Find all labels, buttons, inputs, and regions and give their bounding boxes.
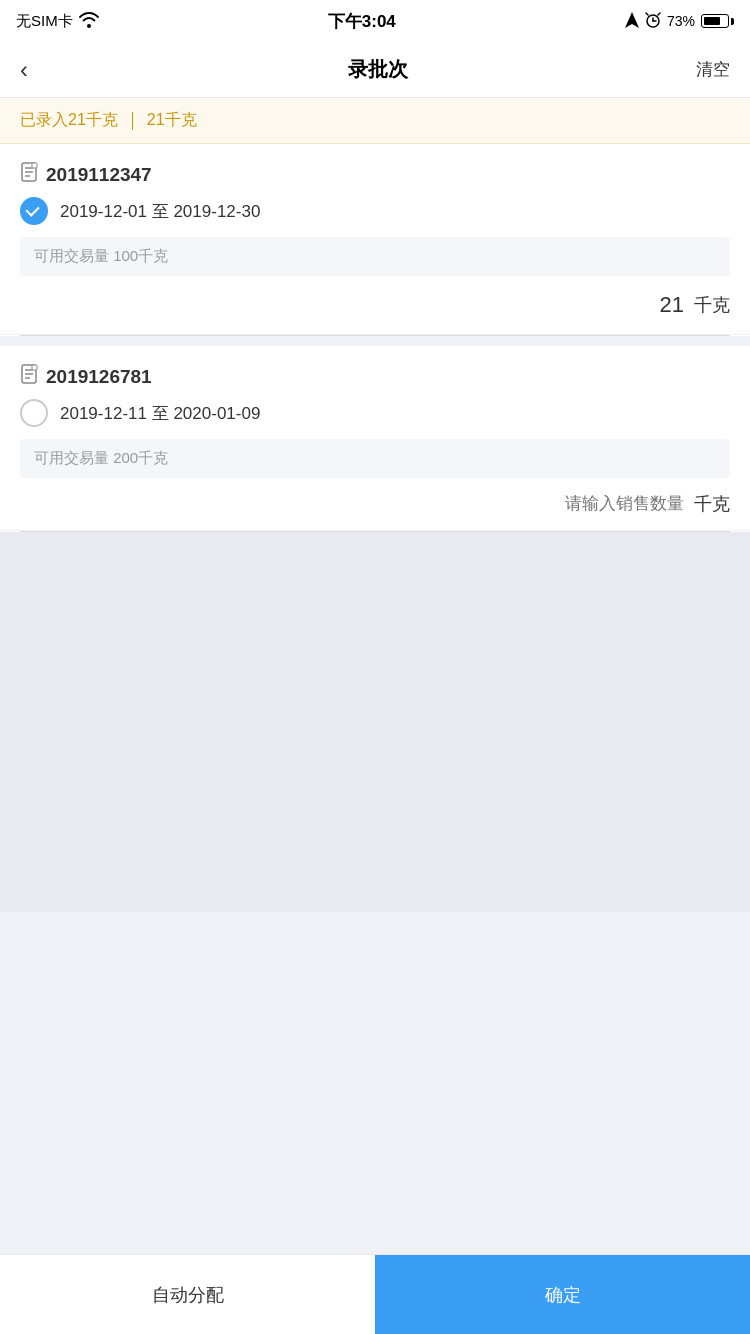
recorded-text: 已录入21千克: [20, 110, 118, 131]
batch-1-item: 2019112347 2019-12-01 至 2019-12-30 可用交易量…: [0, 144, 750, 276]
batch-2-doc-icon: [20, 364, 40, 389]
batch-1-id: 2019112347: [46, 164, 152, 186]
back-button[interactable]: ‹: [20, 56, 60, 84]
batch-2-unit: 千克: [694, 492, 730, 516]
batch-1-date: 2019-12-01 至 2019-12-30: [60, 200, 260, 223]
location-icon: [625, 12, 639, 31]
bottom-bar: 自动分配 确定: [0, 1254, 750, 1334]
batch-1-card: 2019112347 2019-12-01 至 2019-12-30 可用交易量…: [0, 144, 750, 336]
status-left: 无SIM卡: [16, 12, 99, 31]
batch-1-quantity: 21: [660, 292, 684, 318]
batch-2-date-row: 2019-12-11 至 2020-01-09: [20, 399, 730, 427]
page-title: 录批次: [348, 56, 408, 83]
nav-bar: ‹ 录批次 清空: [0, 42, 750, 98]
batch-1-unit: 千克: [694, 293, 730, 317]
batch-1-quantity-row: 21 千克: [0, 276, 750, 335]
batch-1-date-row: 2019-12-01 至 2019-12-30: [20, 197, 730, 225]
wifi-icon: [79, 12, 99, 31]
auto-distribute-button[interactable]: 自动分配: [0, 1255, 375, 1334]
batch-2-radio[interactable]: [20, 399, 48, 427]
info-banner: 已录入21千克 21千克: [0, 98, 750, 144]
batch-2-item: 2019126781 2019-12-11 至 2020-01-09 可用交易量…: [0, 346, 750, 478]
confirm-button[interactable]: 确定: [375, 1255, 750, 1334]
batch-1-available: 可用交易量 100千克: [20, 237, 730, 276]
battery-percent: 73%: [667, 13, 695, 29]
svg-line-4: [658, 13, 660, 15]
battery-icon: [701, 14, 734, 28]
status-right: 73%: [625, 12, 734, 31]
status-bar: 无SIM卡 下午3:04 73%: [0, 0, 750, 42]
separator: [132, 112, 133, 130]
alarm-icon: [645, 12, 661, 31]
batch-1-doc-icon: [20, 162, 40, 187]
batch-2-available: 可用交易量 200千克: [20, 439, 730, 478]
svg-rect-14: [32, 365, 37, 370]
section-gap: [0, 336, 750, 346]
batch-2-date: 2019-12-11 至 2020-01-09: [60, 402, 260, 425]
amount-text: 21千克: [147, 110, 197, 131]
batch-2-id: 2019126781: [46, 366, 152, 388]
page-content: 已录入21千克 21千克 2019112347 2: [0, 98, 750, 992]
batch-2-card: 2019126781 2019-12-11 至 2020-01-09 可用交易量…: [0, 346, 750, 532]
sim-text: 无SIM卡: [16, 12, 73, 31]
clear-button[interactable]: 清空: [696, 58, 730, 81]
batch-2-quantity-input[interactable]: [484, 494, 684, 514]
gray-area: [0, 532, 750, 912]
status-time: 下午3:04: [328, 10, 396, 33]
batch-2-input-row[interactable]: 千克: [0, 478, 750, 531]
batch-2-header: 2019126781: [20, 364, 730, 389]
svg-rect-9: [32, 163, 37, 168]
batch-1-header: 2019112347: [20, 162, 730, 187]
svg-line-3: [646, 13, 648, 15]
batch-1-radio[interactable]: [20, 197, 48, 225]
